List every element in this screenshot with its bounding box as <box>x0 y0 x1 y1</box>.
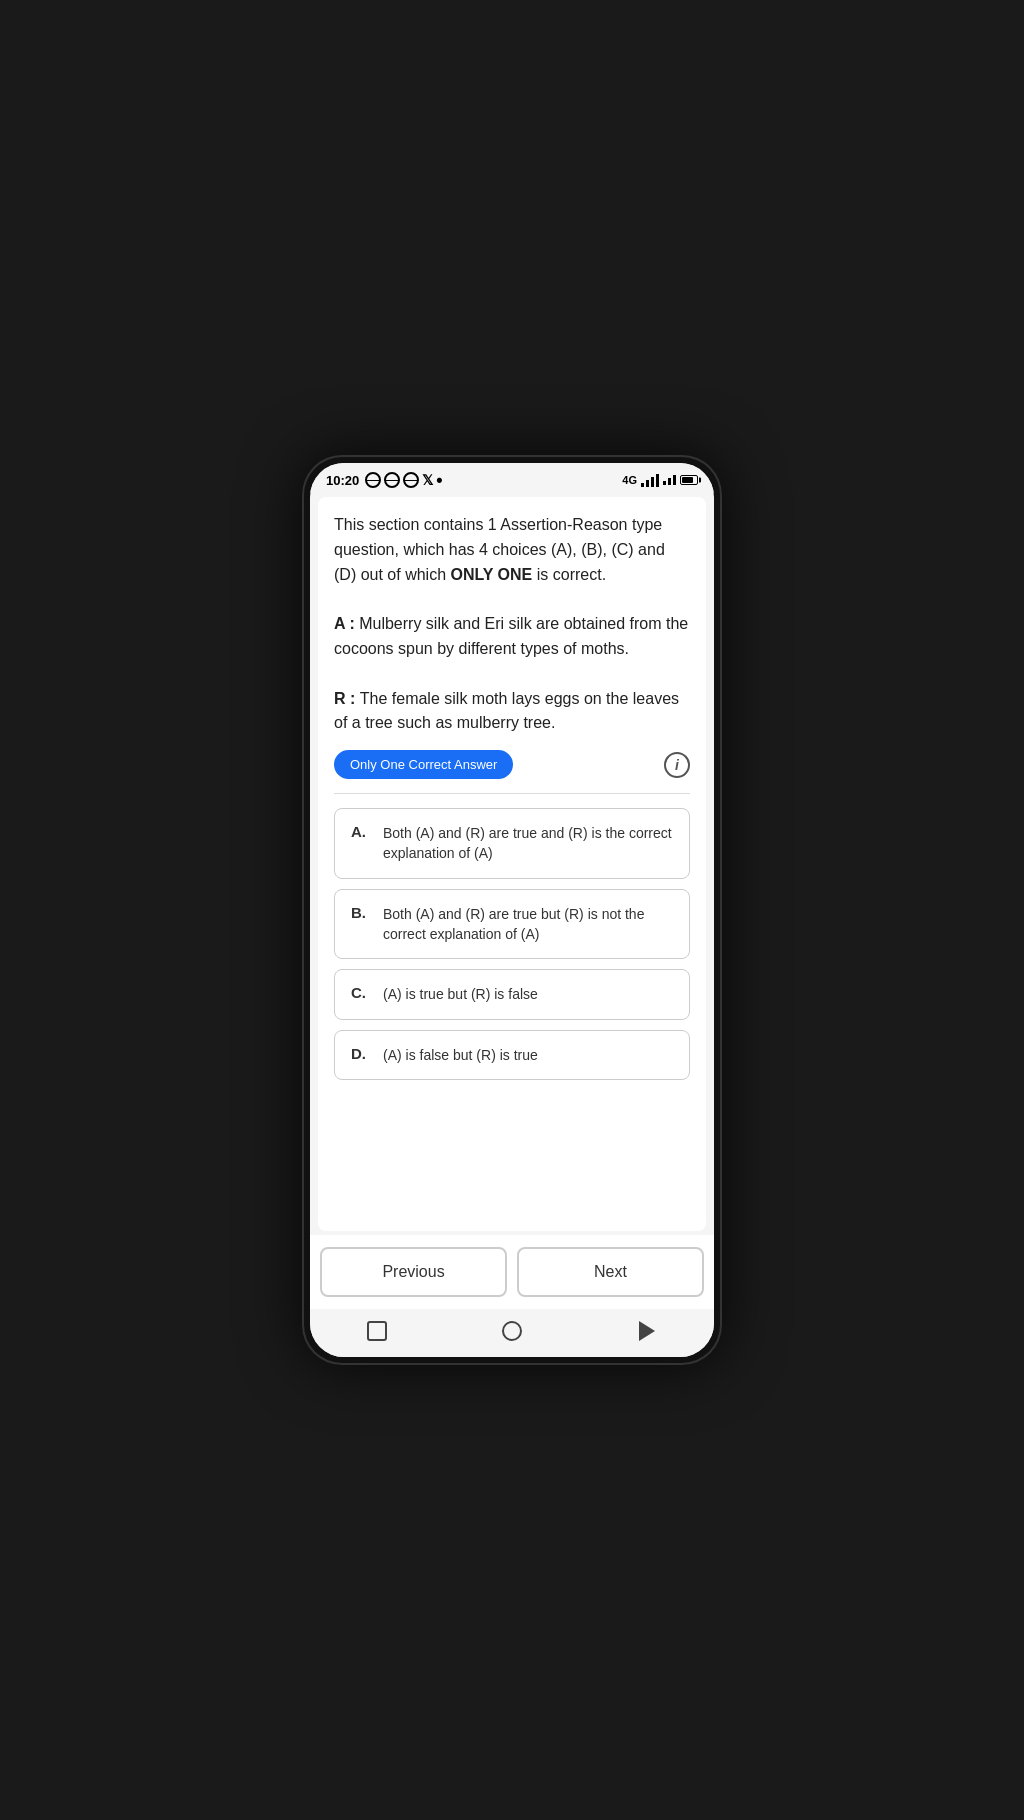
info-icon[interactable]: i <box>664 752 690 778</box>
assertion-label: A : <box>334 615 359 632</box>
status-left: 10:20 𝕏 • <box>326 471 443 489</box>
dot-icon: • <box>436 471 442 489</box>
bar5 <box>663 481 666 485</box>
battery-fill <box>682 477 693 483</box>
network-label: 4G <box>622 474 637 486</box>
nav-buttons: Previous Next <box>310 1235 714 1309</box>
option-a-text: Both (A) and (R) are true and (R) is the… <box>383 823 673 864</box>
option-c-label: C. <box>351 984 369 1001</box>
circle-icon <box>502 1321 522 1341</box>
reason-text: The female silk moth lays eggs on the le… <box>334 690 679 732</box>
option-d-text: (A) is false but (R) is true <box>383 1045 538 1065</box>
bar2 <box>646 480 649 487</box>
bar1 <box>641 483 644 487</box>
option-d[interactable]: D. (A) is false but (R) is true <box>334 1030 690 1080</box>
reason-label: R : <box>334 690 360 707</box>
signal-bars-1 <box>641 474 659 487</box>
square-button[interactable] <box>363 1317 391 1345</box>
option-b[interactable]: B. Both (A) and (R) are true but (R) is … <box>334 889 690 960</box>
signal-bars-2 <box>663 475 676 485</box>
square-icon <box>367 1321 387 1341</box>
previous-button[interactable]: Previous <box>320 1247 507 1297</box>
option-a-label: A. <box>351 823 369 840</box>
back-button[interactable] <box>633 1317 661 1345</box>
divider <box>334 793 690 794</box>
globe-icon-1 <box>365 472 381 488</box>
status-right: 4G <box>622 474 698 487</box>
option-b-text: Both (A) and (R) are true but (R) is not… <box>383 904 673 945</box>
globe-icon-3 <box>403 472 419 488</box>
next-button[interactable]: Next <box>517 1247 704 1297</box>
phone-frame: 10:20 𝕏 • 4G <box>302 455 722 1365</box>
bar6 <box>668 478 671 485</box>
options-list: A. Both (A) and (R) are true and (R) is … <box>334 808 690 1080</box>
home-button[interactable] <box>498 1317 526 1345</box>
answer-type-row: Only One Correct Answer i <box>334 750 690 779</box>
bar4 <box>656 474 659 487</box>
option-a[interactable]: A. Both (A) and (R) are true and (R) is … <box>334 808 690 879</box>
intro-end: is correct. <box>532 566 606 583</box>
option-c[interactable]: C. (A) is true but (R) is false <box>334 969 690 1019</box>
question-text: This section contains 1 Assertion-Reason… <box>334 513 690 736</box>
battery-icon <box>680 475 698 485</box>
clock-time: 10:20 <box>326 473 359 488</box>
twitter-icon: 𝕏 <box>422 472 433 488</box>
option-b-label: B. <box>351 904 369 921</box>
status-icons: 𝕏 • <box>365 471 442 489</box>
status-bar: 10:20 𝕏 • 4G <box>310 463 714 493</box>
answer-type-button[interactable]: Only One Correct Answer <box>334 750 513 779</box>
back-arrow-icon <box>639 1321 655 1341</box>
content-area: This section contains 1 Assertion-Reason… <box>318 497 706 1231</box>
option-c-text: (A) is true but (R) is false <box>383 984 538 1004</box>
option-d-label: D. <box>351 1045 369 1062</box>
bar3 <box>651 477 654 487</box>
phone-screen: 10:20 𝕏 • 4G <box>310 463 714 1357</box>
only-one-bold: ONLY ONE <box>450 566 532 583</box>
assertion-text: Mulberry silk and Eri silk are obtained … <box>334 615 688 657</box>
globe-icon-2 <box>384 472 400 488</box>
bottom-nav <box>310 1309 714 1357</box>
bar7 <box>673 475 676 485</box>
